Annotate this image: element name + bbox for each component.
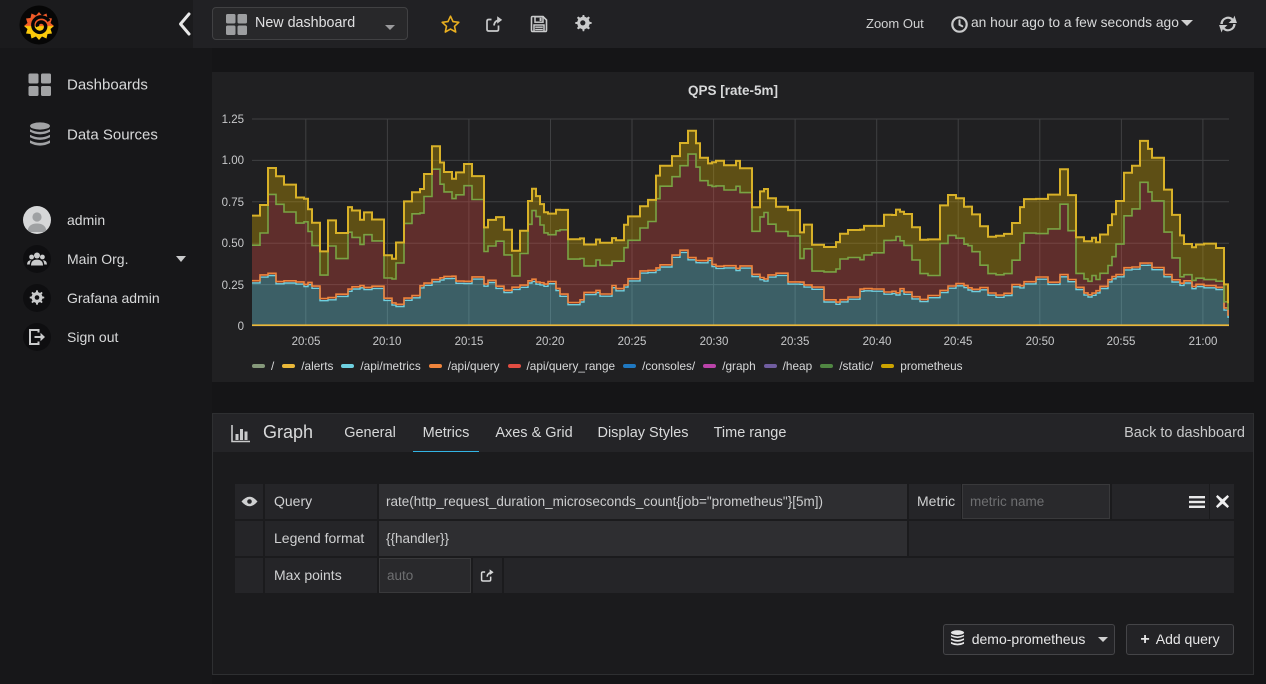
svg-text:20:10: 20:10 <box>373 336 402 348</box>
svg-text:21:00: 21:00 <box>1189 336 1218 348</box>
svg-text:20:20: 20:20 <box>536 336 565 348</box>
svg-text:20:05: 20:05 <box>292 336 321 348</box>
svg-text:20:55: 20:55 <box>1107 336 1136 348</box>
svg-text:0.75: 0.75 <box>222 197 244 209</box>
svg-text:0.50: 0.50 <box>222 238 244 250</box>
svg-text:1.25: 1.25 <box>222 114 244 126</box>
svg-text:20:45: 20:45 <box>944 336 973 348</box>
svg-text:20:30: 20:30 <box>700 336 729 348</box>
svg-text:20:15: 20:15 <box>455 336 484 348</box>
svg-text:0.25: 0.25 <box>222 280 244 292</box>
svg-text:20:50: 20:50 <box>1026 336 1055 348</box>
svg-text:20:40: 20:40 <box>863 336 892 348</box>
svg-text:20:25: 20:25 <box>618 336 647 348</box>
svg-text:1.00: 1.00 <box>222 155 244 167</box>
svg-text:0: 0 <box>238 321 244 333</box>
svg-text:20:35: 20:35 <box>781 336 810 348</box>
